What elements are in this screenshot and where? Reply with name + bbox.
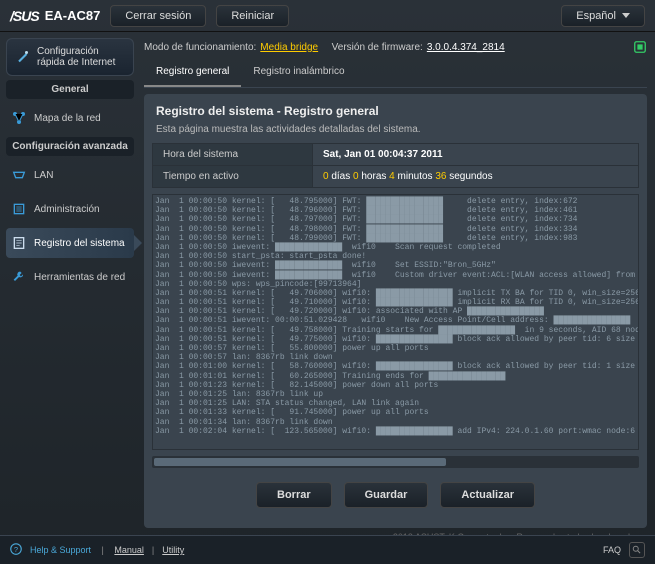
asus-wordmark: /SUS (10, 8, 39, 24)
tools-icon (10, 268, 28, 286)
wand-icon (13, 48, 31, 66)
footer-bar: ? Help & Support | Manual | Utility FAQ (0, 535, 655, 564)
status-indicator-icon (633, 40, 647, 54)
svg-text:?: ? (14, 545, 18, 554)
sidebar-section-general: General (6, 80, 134, 99)
scrollbar-thumb[interactable] (154, 458, 446, 466)
clear-button[interactable]: Borrar (256, 482, 332, 508)
language-label: Español (576, 10, 616, 22)
refresh-button[interactable]: Actualizar (440, 482, 535, 508)
mode-label: Modo de funcionamiento: (144, 42, 256, 53)
quick-setup-label: Configuración rápida de Internet (37, 46, 127, 68)
logout-button[interactable]: Cerrar sesión (110, 5, 206, 27)
brand-logo: /SUS EA-AC87 (10, 8, 100, 24)
tab-general-log[interactable]: Registro general (144, 58, 241, 87)
language-select[interactable]: Español (561, 5, 645, 27)
fw-label: Versión de firmware: (332, 42, 423, 53)
chevron-down-icon (622, 13, 630, 18)
main-content: Modo de funcionamiento: Media bridge Ver… (134, 32, 655, 532)
header-bar: /SUS EA-AC87 Cerrar sesión Reiniciar Esp… (0, 0, 655, 32)
sidebar-label: Herramientas de red (34, 272, 125, 283)
mode-value-link[interactable]: Media bridge (260, 42, 318, 53)
uptime-value: 0 días 0 horas 4 minutos 36 segundos (313, 166, 639, 188)
help-icon: ? (10, 543, 22, 557)
save-button[interactable]: Guardar (344, 482, 429, 508)
log-textarea[interactable]: Jan 1 00:00:50 kernel: [ 48.795000] FWT:… (152, 194, 639, 450)
utility-link[interactable]: Utility (162, 545, 184, 555)
sidebar-item-syslog[interactable]: Registro del sistema (6, 228, 134, 258)
sidebar-item-lan[interactable]: LAN (6, 160, 134, 190)
reboot-button[interactable]: Reiniciar (216, 5, 289, 27)
action-buttons: Borrar Guardar Actualizar (144, 474, 647, 518)
time-value: Sat, Jan 01 00:04:37 2011 (323, 149, 443, 160)
panel-title: Registro del sistema - Registro general (144, 94, 647, 124)
sidebar-label: LAN (34, 170, 53, 181)
time-label: Hora del sistema (153, 144, 313, 166)
help-link[interactable]: Help & Support (30, 545, 91, 555)
sidebar-item-network-map[interactable]: Mapa de la red (6, 103, 134, 133)
sidebar-item-admin[interactable]: Administración (6, 194, 134, 224)
fw-value-link[interactable]: 3.0.0.4.374_2814 (427, 42, 505, 53)
faq-link[interactable]: FAQ (603, 545, 621, 555)
tab-wireless-log[interactable]: Registro inalámbrico (241, 58, 356, 87)
sidebar-item-tools[interactable]: Herramientas de red (6, 262, 134, 292)
manual-link[interactable]: Manual (114, 545, 144, 555)
search-button[interactable] (629, 542, 645, 558)
sidebar-label: Administración (34, 204, 100, 215)
system-info-table: Hora del sistema Sat, Jan 01 00:04:37 20… (152, 143, 639, 188)
admin-icon (10, 200, 28, 218)
model-name: EA-AC87 (45, 8, 101, 23)
mode-row: Modo de funcionamiento: Media bridge Ver… (144, 36, 647, 58)
search-icon (632, 545, 642, 555)
log-panel: Registro del sistema - Registro general … (144, 94, 647, 528)
tabs: Registro general Registro inalámbrico (144, 58, 647, 88)
sidebar-label: Registro del sistema (34, 238, 125, 249)
sidebar: Configuración rápida de Internet General… (0, 32, 134, 532)
sidebar-label: Mapa de la red (34, 113, 101, 124)
syslog-icon (10, 234, 28, 252)
sidebar-section-advanced: Configuración avanzada (6, 137, 134, 156)
quick-setup-card[interactable]: Configuración rápida de Internet (6, 38, 134, 76)
panel-description: Esta página muestra las actividades deta… (144, 124, 647, 143)
uptime-label: Tiempo en activo (153, 166, 313, 188)
network-map-icon (10, 109, 28, 127)
lan-icon (10, 166, 28, 184)
horizontal-scrollbar[interactable] (152, 456, 639, 468)
